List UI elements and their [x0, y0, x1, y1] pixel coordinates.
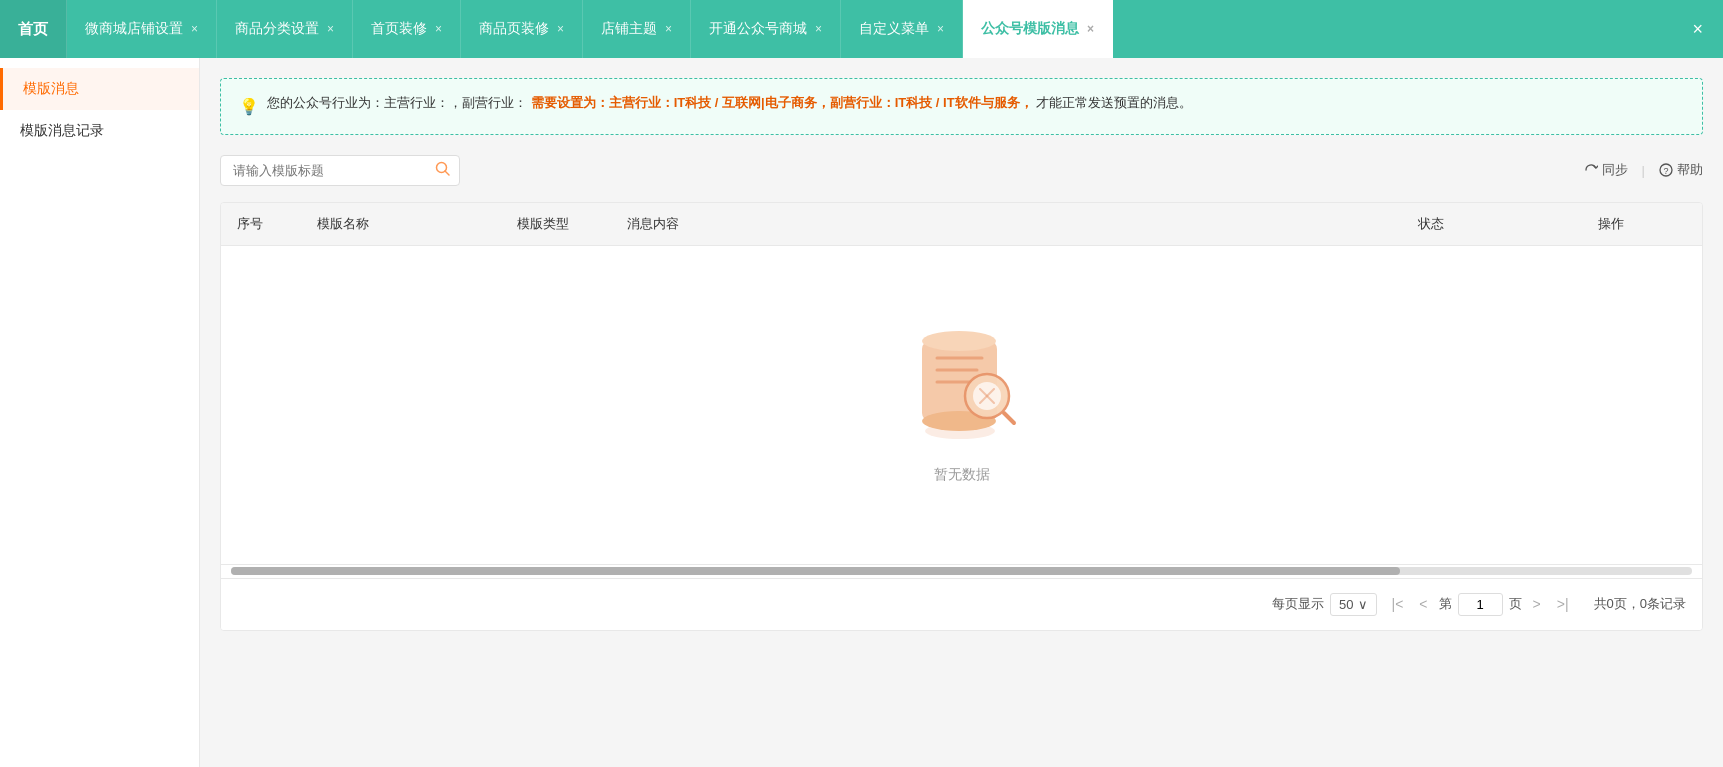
- svg-point-6: [922, 331, 996, 351]
- alert-icon: 💡: [239, 94, 259, 120]
- open-mall-label: 开通公众号商城: [709, 20, 807, 38]
- scrollbar-area[interactable]: [221, 564, 1702, 578]
- nav-tab-product-decor[interactable]: 商品页装修 ×: [461, 0, 583, 58]
- close-home-decor-icon[interactable]: ×: [435, 23, 442, 35]
- page-size-label: 每页显示: [1272, 595, 1324, 613]
- pagination: 每页显示 50 ∨ |< < 第 页 > >| 共0页，0条记录: [221, 578, 1702, 630]
- data-table: 序号 模版名称 模版类型 消息内容 状态 操作: [220, 202, 1703, 631]
- empty-illustration: [892, 306, 1032, 446]
- nav-tab-custom-menu[interactable]: 自定义菜单 ×: [841, 0, 963, 58]
- home-label: 首页: [18, 20, 48, 39]
- sidebar: 模版消息 模版消息记录: [0, 58, 200, 767]
- dropdown-chevron-icon: ∨: [1358, 597, 1368, 612]
- template-msg-label: 公众号模版消息: [981, 20, 1079, 38]
- shop-settings-label: 微商城店铺设置: [85, 20, 183, 38]
- th-name: 模版名称: [301, 203, 501, 245]
- last-page-button[interactable]: >|: [1552, 594, 1574, 614]
- th-seq: 序号: [221, 203, 301, 245]
- empty-state: 暂无数据: [221, 246, 1702, 564]
- help-icon: ?: [1659, 163, 1673, 177]
- svg-line-13: [1004, 413, 1014, 423]
- nav-tab-open-mall[interactable]: 开通公众号商城 ×: [691, 0, 841, 58]
- custom-menu-label: 自定义菜单: [859, 20, 929, 38]
- search-bar: 同步 | ? 帮助: [220, 155, 1703, 186]
- th-status: 状态: [1402, 203, 1582, 245]
- close-shop-settings-icon[interactable]: ×: [191, 23, 198, 35]
- total-label: 共0页，0条记录: [1594, 595, 1686, 613]
- store-theme-label: 店铺主题: [601, 20, 657, 38]
- first-page-button[interactable]: |<: [1387, 594, 1409, 614]
- scrollbar-track: [231, 567, 1692, 575]
- global-close-button[interactable]: ×: [1672, 19, 1723, 40]
- sidebar-item-template-record[interactable]: 模版消息记录: [0, 110, 199, 152]
- nav-tab-category[interactable]: 商品分类设置 ×: [217, 0, 353, 58]
- sidebar-item-template-msg[interactable]: 模版消息: [0, 68, 199, 110]
- page-di-label: 第: [1439, 595, 1452, 613]
- nav-tab-home-decor[interactable]: 首页装修 ×: [353, 0, 461, 58]
- main-layout: 模版消息 模版消息记录 💡 您的公众号行业为：主营行业：，副营行业： 需要设置为…: [0, 58, 1723, 767]
- close-open-mall-icon[interactable]: ×: [815, 23, 822, 35]
- search-icon: [435, 161, 450, 176]
- alert-banner: 💡 您的公众号行业为：主营行业：，副营行业： 需要设置为：主营行业：IT科技 /…: [220, 78, 1703, 135]
- th-type: 模版类型: [501, 203, 611, 245]
- help-button[interactable]: ? 帮助: [1659, 161, 1703, 179]
- svg-text:?: ?: [1663, 166, 1668, 176]
- nav-tab-store-theme[interactable]: 店铺主题 ×: [583, 0, 691, 58]
- svg-line-1: [445, 171, 449, 175]
- sync-button[interactable]: 同步: [1584, 161, 1628, 179]
- search-right: 同步 | ? 帮助: [1584, 161, 1703, 179]
- page-unit-label: 页: [1509, 595, 1522, 613]
- nav-tab-shop-settings[interactable]: 微商城店铺设置 ×: [67, 0, 217, 58]
- table-header: 序号 模版名称 模版类型 消息内容 状态 操作: [221, 203, 1702, 246]
- category-label: 商品分类设置: [235, 20, 319, 38]
- nav-tab-home[interactable]: 首页: [0, 0, 67, 58]
- search-input-wrap: [220, 155, 460, 186]
- close-store-theme-icon[interactable]: ×: [665, 23, 672, 35]
- next-page-button[interactable]: >: [1528, 594, 1546, 614]
- nav-divider: |: [1642, 163, 1645, 178]
- scrollbar-thumb: [231, 567, 1400, 575]
- search-left: [220, 155, 460, 186]
- main-content: 💡 您的公众号行业为：主营行业：，副营行业： 需要设置为：主营行业：IT科技 /…: [200, 58, 1723, 767]
- page-number-input[interactable]: [1458, 593, 1503, 616]
- th-action: 操作: [1582, 203, 1702, 245]
- page-size-dropdown[interactable]: 50 ∨: [1330, 593, 1376, 616]
- close-custom-menu-icon[interactable]: ×: [937, 23, 944, 35]
- page-nav: |< < 第 页 > >|: [1387, 593, 1574, 616]
- empty-text: 暂无数据: [934, 466, 990, 484]
- search-input[interactable]: [220, 155, 460, 186]
- close-template-msg-icon[interactable]: ×: [1087, 23, 1094, 35]
- nav-tab-template-msg[interactable]: 公众号模版消息 ×: [963, 0, 1113, 58]
- close-product-decor-icon[interactable]: ×: [557, 23, 564, 35]
- top-nav: 首页 微商城店铺设置 × 商品分类设置 × 首页装修 × 商品页装修 × 店铺主…: [0, 0, 1723, 58]
- close-category-icon[interactable]: ×: [327, 23, 334, 35]
- alert-text: 您的公众号行业为：主营行业：，副营行业： 需要设置为：主营行业：IT科技 / 互…: [267, 93, 1684, 114]
- product-decor-label: 商品页装修: [479, 20, 549, 38]
- home-decor-label: 首页装修: [371, 20, 427, 38]
- prev-page-button[interactable]: <: [1414, 594, 1432, 614]
- th-content: 消息内容: [611, 203, 1402, 245]
- search-button[interactable]: [435, 161, 450, 179]
- page-size-select: 每页显示 50 ∨: [1272, 593, 1376, 616]
- sync-icon: [1584, 163, 1598, 177]
